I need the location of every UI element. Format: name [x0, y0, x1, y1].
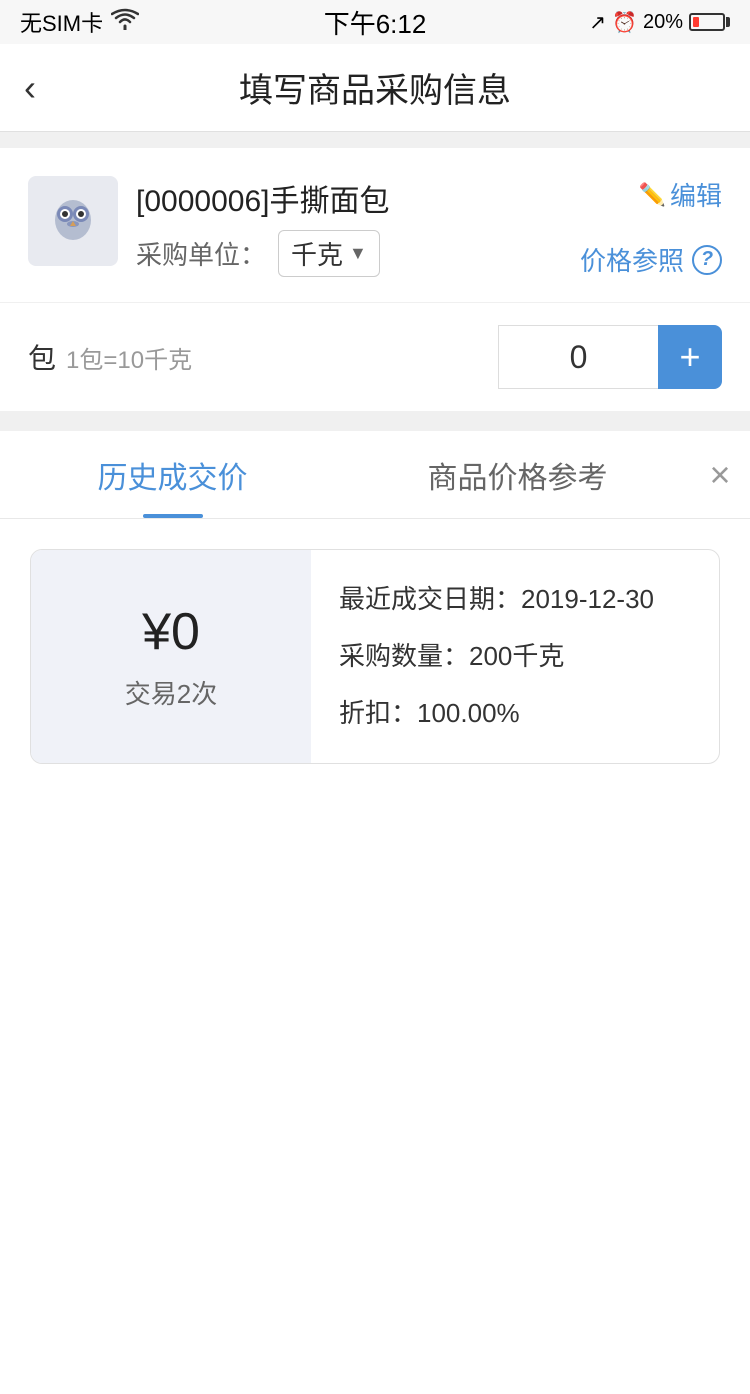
tab-product-price-ref[interactable]: 商品价格参考 [345, 431, 690, 518]
tab-history-price-label: 历史成交价 [98, 453, 248, 497]
product-thumbnail [28, 176, 118, 266]
price-ref-help-icon[interactable]: ? [692, 245, 722, 275]
product-unit-row: 采购单位： 千克 ▼ [136, 230, 580, 277]
price-ref-label[interactable]: 价格参照 [580, 241, 684, 278]
recent-date-row: 最近成交日期：2019-12-30 [339, 580, 691, 619]
status-bar: 无SIM卡 下午6:12 ↗ ⏰ 20% [0, 0, 750, 44]
tabs-header: 历史成交价 商品价格参考 × [0, 431, 750, 519]
price-value: 0 [171, 603, 200, 661]
quantity-unit-label: 包 1包=10千克 [28, 337, 192, 377]
currency-symbol: ¥ [142, 603, 171, 661]
product-logo-icon [43, 188, 103, 255]
purchase-qty-value: 200千克 [469, 641, 564, 671]
battery-icon [689, 13, 730, 31]
price-ref-row: 价格参照 ? [580, 241, 722, 278]
nav-bar: ‹ 填写商品采购信息 [0, 44, 750, 132]
status-time: 下午6:12 [324, 4, 427, 41]
edit-button[interactable]: ✏️ 编辑 [639, 176, 722, 213]
product-card: [0000006]手撕面包 采购单位： 千克 ▼ ✏️ 编辑 价格参照 ? [0, 148, 750, 302]
page-title: 填写商品采购信息 [239, 63, 511, 112]
unit-value: 千克 [291, 235, 343, 272]
edit-label: 编辑 [670, 176, 722, 213]
section-divider [0, 411, 750, 431]
status-right: ↗ ⏰ 20% [589, 10, 730, 35]
dropdown-arrow-icon: ▼ [349, 243, 367, 264]
quantity-section: 包 1包=10千克 0 + [0, 302, 750, 411]
product-info-left: [0000006]手撕面包 采购单位： 千克 ▼ [28, 176, 580, 277]
product-top-row: [0000006]手撕面包 采购单位： 千克 ▼ ✏️ 编辑 价格参照 ? [28, 176, 722, 278]
product-name: [0000006]手撕面包 [136, 176, 580, 220]
close-icon: × [709, 454, 730, 496]
price-amount: ¥0 [142, 602, 200, 662]
recent-date-label: 最近成交日期： [339, 584, 521, 614]
tab-close-button[interactable]: × [690, 431, 750, 519]
discount-value: 100.00% [417, 698, 520, 728]
quantity-input[interactable]: 0 [498, 325, 658, 389]
no-sim-text: 无SIM卡 [20, 6, 103, 38]
purchase-qty-row: 采购数量：200千克 [339, 637, 691, 676]
battery-percent: 20% [643, 11, 683, 34]
unit-conversion: 1包=10千克 [66, 340, 192, 375]
tab-active-indicator [143, 514, 203, 518]
price-card: ¥0 交易2次 最近成交日期：2019-12-30 采购数量：200千克 折扣：… [30, 549, 720, 764]
quantity-plus-button[interactable]: + [658, 325, 722, 389]
content-below [0, 794, 750, 1394]
discount-label: 折扣： [339, 698, 417, 728]
recent-date-value: 2019-12-30 [521, 584, 654, 614]
top-divider [0, 132, 750, 148]
status-left: 无SIM卡 [20, 6, 139, 38]
location-icon: ↗ [589, 10, 606, 35]
price-left-panel: ¥0 交易2次 [31, 550, 311, 763]
quantity-value: 0 [570, 339, 588, 376]
purchase-qty-label: 采购数量： [339, 641, 469, 671]
tabs-section: 历史成交价 商品价格参考 × ¥0 交易2次 最近成交日期：2019-12-30… [0, 431, 750, 1394]
discount-row: 折扣：100.00% [339, 694, 691, 733]
plus-icon: + [679, 336, 700, 378]
edit-icon: ✏️ [639, 182, 666, 208]
tab-history-price[interactable]: 历史成交价 [0, 431, 345, 518]
back-button[interactable]: ‹ [24, 67, 36, 109]
unit-box-icon: 包 [28, 337, 56, 377]
alarm-icon: ⏰ [612, 10, 637, 35]
unit-dropdown[interactable]: 千克 ▼ [278, 230, 380, 277]
wifi-icon [111, 8, 139, 36]
tab-product-price-ref-label: 商品价格参考 [428, 453, 608, 497]
price-right-panel: 最近成交日期：2019-12-30 采购数量：200千克 折扣：100.00% [311, 550, 719, 763]
trade-count: 交易2次 [125, 674, 217, 711]
quantity-input-row: 0 + [498, 325, 722, 389]
product-details: [0000006]手撕面包 采购单位： 千克 ▼ [136, 176, 580, 277]
unit-label: 采购单位： [136, 235, 266, 272]
